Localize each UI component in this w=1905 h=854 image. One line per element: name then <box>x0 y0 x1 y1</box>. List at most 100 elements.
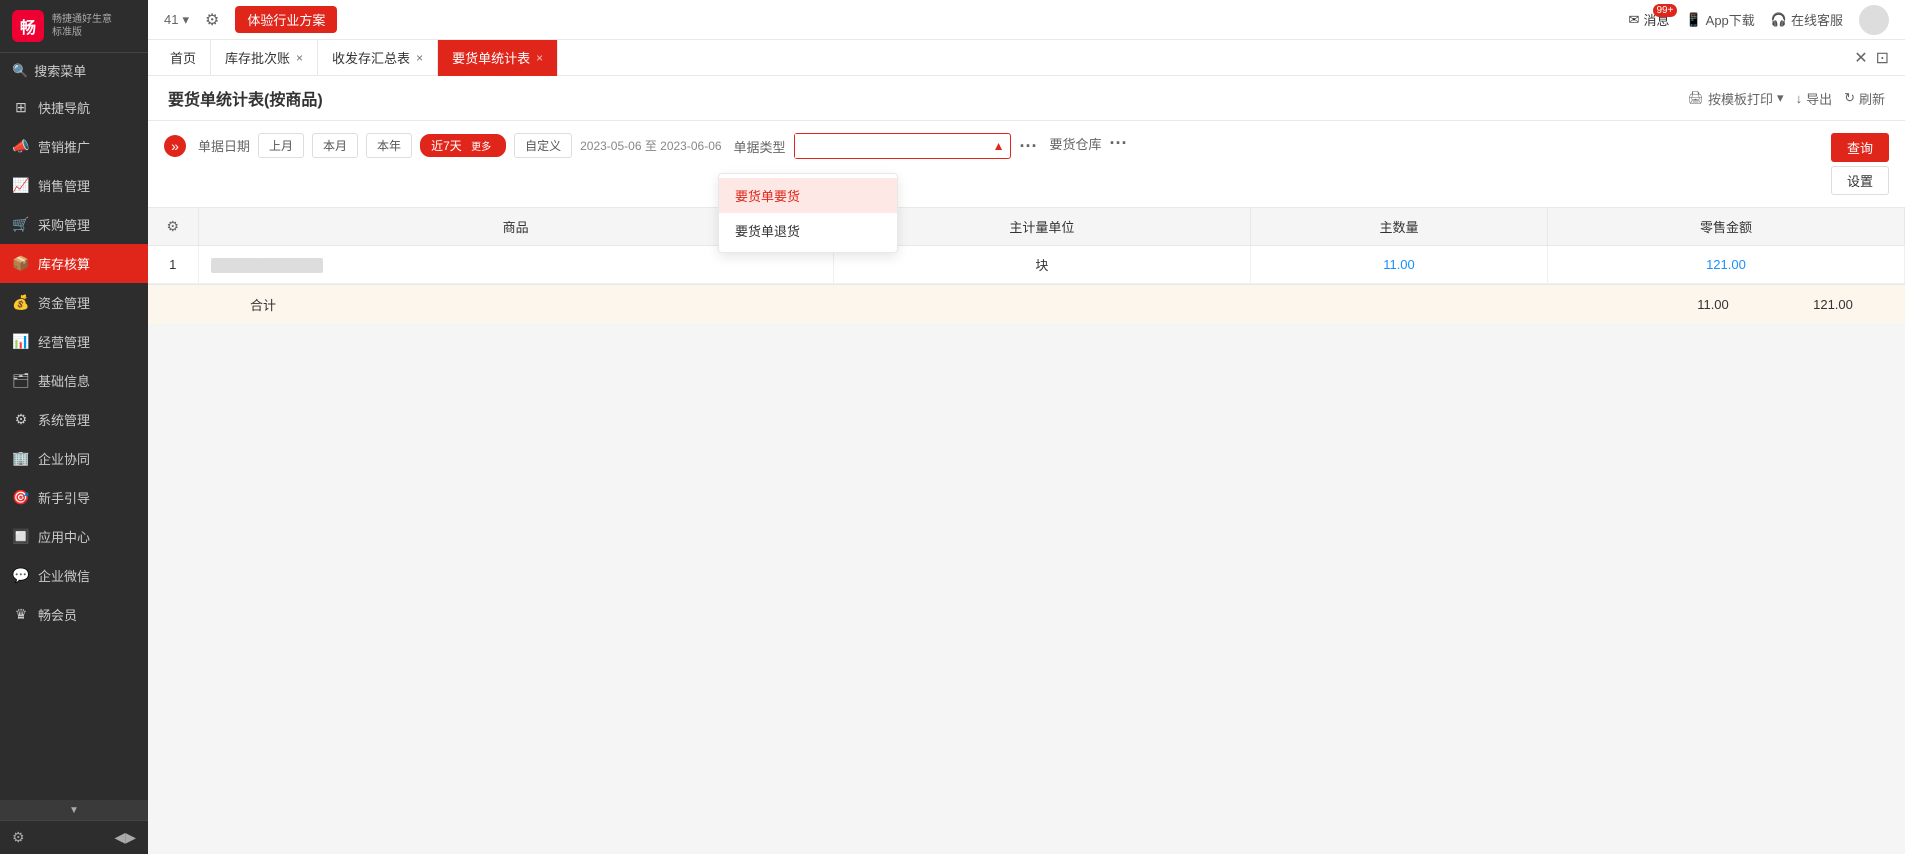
query-button[interactable]: 查询 <box>1831 133 1889 162</box>
export-button[interactable]: ↓ 导出 <box>1796 89 1833 108</box>
refresh-button[interactable]: ↻ 刷新 <box>1844 89 1885 108</box>
nav-icon-member: ♛ <box>12 606 30 623</box>
nav-icon-inventory: 📦 <box>12 255 30 272</box>
user-avatar[interactable] <box>1859 5 1889 35</box>
filter-area: » 单据日期 上月 本月 本年 近7天 更多 自定义 2023-05-06 至 … <box>148 121 1905 208</box>
warehouse-filter-group: 要货仓库 ··· <box>1049 133 1127 154</box>
date-custom-btn[interactable]: 自定义 <box>514 133 572 158</box>
tab-home[interactable]: 首页 <box>156 40 211 76</box>
nav-label-system: 系统管理 <box>38 410 90 429</box>
date-cur-year-btn[interactable]: 本年 <box>366 133 412 158</box>
page-title-bar: 要货单统计表(按商品) 🖨 按模板打印 ▾ ↓ 导出 ↻ 刷新 <box>148 76 1905 121</box>
date-filter-label: 单据日期 <box>198 136 250 155</box>
sidebar: 畅 畅捷通好生意 标准版 🔍 搜索菜单 ⊞快捷导航📣营销推广📈销售管理🛒采购管理… <box>0 0 148 854</box>
nav-icon-finance: 💰 <box>12 294 30 311</box>
tab-close-batch[interactable]: × <box>296 51 303 65</box>
cell-qty-0: 11.00 <box>1251 246 1548 284</box>
print-icon: 🖨 <box>1688 90 1705 106</box>
store-number: 41 <box>164 12 178 27</box>
sidebar-item-member[interactable]: ♛畅会员 <box>0 595 148 634</box>
table-container: ⚙ 商品 主计量单位 主数量 零售金额 1 商品名称 块 11.00 121.0… <box>148 208 1905 284</box>
date-last-month-btn[interactable]: 上月 <box>258 133 304 158</box>
date-7days-btn[interactable]: 近7天 更多 <box>420 134 506 157</box>
app-icon: 📱 <box>1685 12 1701 28</box>
nav-icon-quick-nav: ⊞ <box>12 99 30 116</box>
tab-close-all-icon[interactable]: ✕ <box>1854 48 1867 68</box>
nav-label-basic: 基础信息 <box>38 371 90 390</box>
date-range-text: 2023-05-06 至 2023-06-06 <box>580 137 721 154</box>
logo-text: 畅捷通好生意 标准版 <box>52 13 112 39</box>
dropdown-item-order-return[interactable]: 要货单退货 <box>719 213 897 248</box>
top-header: 41 ▾ ⚙ 体验行业方案 ✉ 消息 99+ 📱 App下载 🎧 在线客服 <box>148 0 1905 40</box>
sidebar-item-sales[interactable]: 📈 销售管理 <box>0 166 148 205</box>
type-filter-label: 单据类型 <box>734 137 786 156</box>
nav-icon-purchase: 🛒 <box>12 216 30 233</box>
search-icon: 🔍 <box>12 63 28 79</box>
nav-icon-operation: 📊 <box>12 333 30 350</box>
message-icon: ✉ <box>1629 12 1640 28</box>
search-menu[interactable]: 🔍 搜索菜单 <box>0 53 148 88</box>
message-button[interactable]: ✉ 消息 99+ <box>1629 10 1670 29</box>
page-title: 要货单统计表(按商品) <box>168 86 323 110</box>
sidebar-item-system[interactable]: ⚙ 系统管理 <box>0 400 148 439</box>
online-service-button[interactable]: 🎧 在线客服 <box>1771 10 1843 29</box>
sidebar-item-marketing[interactable]: 📣营销推广 <box>0 127 148 166</box>
table-settings-icon[interactable]: ⚙ <box>166 218 179 234</box>
tab-collect[interactable]: 收发存汇总表 × <box>318 40 438 76</box>
main-area: 41 ▾ ⚙ 体验行业方案 ✉ 消息 99+ 📱 App下载 🎧 在线客服 首页… <box>148 0 1905 854</box>
filter-action-buttons: 查询 设置 <box>1831 133 1889 195</box>
data-table: ⚙ 商品 主计量单位 主数量 零售金额 1 商品名称 块 11.00 121.0… <box>148 208 1905 284</box>
table-row: 1 商品名称 块 11.00 121.00 <box>148 246 1905 284</box>
nav-label-sales: 销售管理 <box>38 176 90 195</box>
refresh-label: 刷新 <box>1859 89 1885 108</box>
app-download-button[interactable]: 📱 App下载 <box>1685 10 1754 29</box>
sidebar-scroll-down[interactable]: ▼ <box>0 800 148 820</box>
nav-label-weixin: 企业微信 <box>38 566 90 585</box>
sidebar-item-guide[interactable]: 🎯新手引导 <box>0 478 148 517</box>
sidebar-item-finance[interactable]: 💰资金管理 <box>0 283 148 322</box>
tab-close-collect[interactable]: × <box>416 51 423 65</box>
type-input[interactable] <box>795 134 987 158</box>
service-label: 在线客服 <box>1791 10 1843 29</box>
warehouse-more-icon[interactable]: ··· <box>1109 133 1127 154</box>
tab-restore-icon[interactable]: ⊡ <box>1876 48 1889 68</box>
settings-icon[interactable]: ⚙ <box>12 829 25 846</box>
collapse-icon[interactable]: ◀▶ <box>114 829 136 846</box>
total-qty: 11.00 <box>1653 297 1773 312</box>
type-dropdown-icon[interactable]: ▲ <box>987 139 1011 153</box>
date-badge: 更多 <box>467 141 495 154</box>
sidebar-item-operation[interactable]: 📊经营管理 <box>0 322 148 361</box>
tab-close-order-stat[interactable]: × <box>536 51 543 65</box>
nav-icon-app-center: 🔲 <box>12 528 30 545</box>
sidebar-item-inventory[interactable]: 📦库存核算 <box>0 244 148 283</box>
nav-icon-system: ⚙ <box>12 411 30 428</box>
table-footer: 合计 11.00 121.00 <box>148 284 1905 324</box>
type-filter-group: 单据类型 ▲ ··· <box>734 133 1038 159</box>
sidebar-item-basic[interactable]: 🗂基础信息 <box>0 361 148 400</box>
tab-order-stat[interactable]: 要货单统计表 × <box>438 40 558 76</box>
filter-settings-button[interactable]: 设置 <box>1831 166 1889 195</box>
nav-label-app-center: 应用中心 <box>38 527 90 546</box>
tab-bar: 首页库存批次账 ×收发存汇总表 ×要货单统计表 × ✕ ⊡ <box>148 40 1905 76</box>
nav-label-enterprise: 企业协同 <box>38 449 90 468</box>
dropdown-item-order-purchase[interactable]: 要货单要货 <box>719 178 897 213</box>
tab-batch[interactable]: 库存批次账 × <box>211 40 318 76</box>
gear-settings-icon[interactable]: ⚙ <box>205 10 219 30</box>
sidebar-item-app-center[interactable]: 🔲 应用中心 <box>0 517 148 556</box>
nav-label-marketing: 营销推广 <box>38 137 90 156</box>
print-label: 按模板打印 <box>1708 89 1773 108</box>
col-qty: 主数量 <box>1251 208 1548 246</box>
trial-button[interactable]: 体验行业方案 <box>235 6 337 33</box>
date-cur-month-btn[interactable]: 本月 <box>312 133 358 158</box>
sidebar-item-weixin[interactable]: 💬企业微信 <box>0 556 148 595</box>
warehouse-label: 要货仓库 <box>1049 134 1101 153</box>
sidebar-item-quick-nav[interactable]: ⊞快捷导航 <box>0 88 148 127</box>
sidebar-item-purchase[interactable]: 🛒采购管理 <box>0 205 148 244</box>
more-filter-icon[interactable]: ··· <box>1019 136 1037 157</box>
store-selector[interactable]: 41 ▾ <box>164 12 189 28</box>
print-button[interactable]: 🖨 按模板打印 ▾ <box>1688 89 1784 108</box>
type-input-wrap: ▲ <box>794 133 1012 159</box>
expand-filter-button[interactable]: » <box>164 135 186 157</box>
nav-icon-sales: 📈 <box>12 177 30 194</box>
sidebar-item-enterprise[interactable]: 🏢企业协同 <box>0 439 148 478</box>
